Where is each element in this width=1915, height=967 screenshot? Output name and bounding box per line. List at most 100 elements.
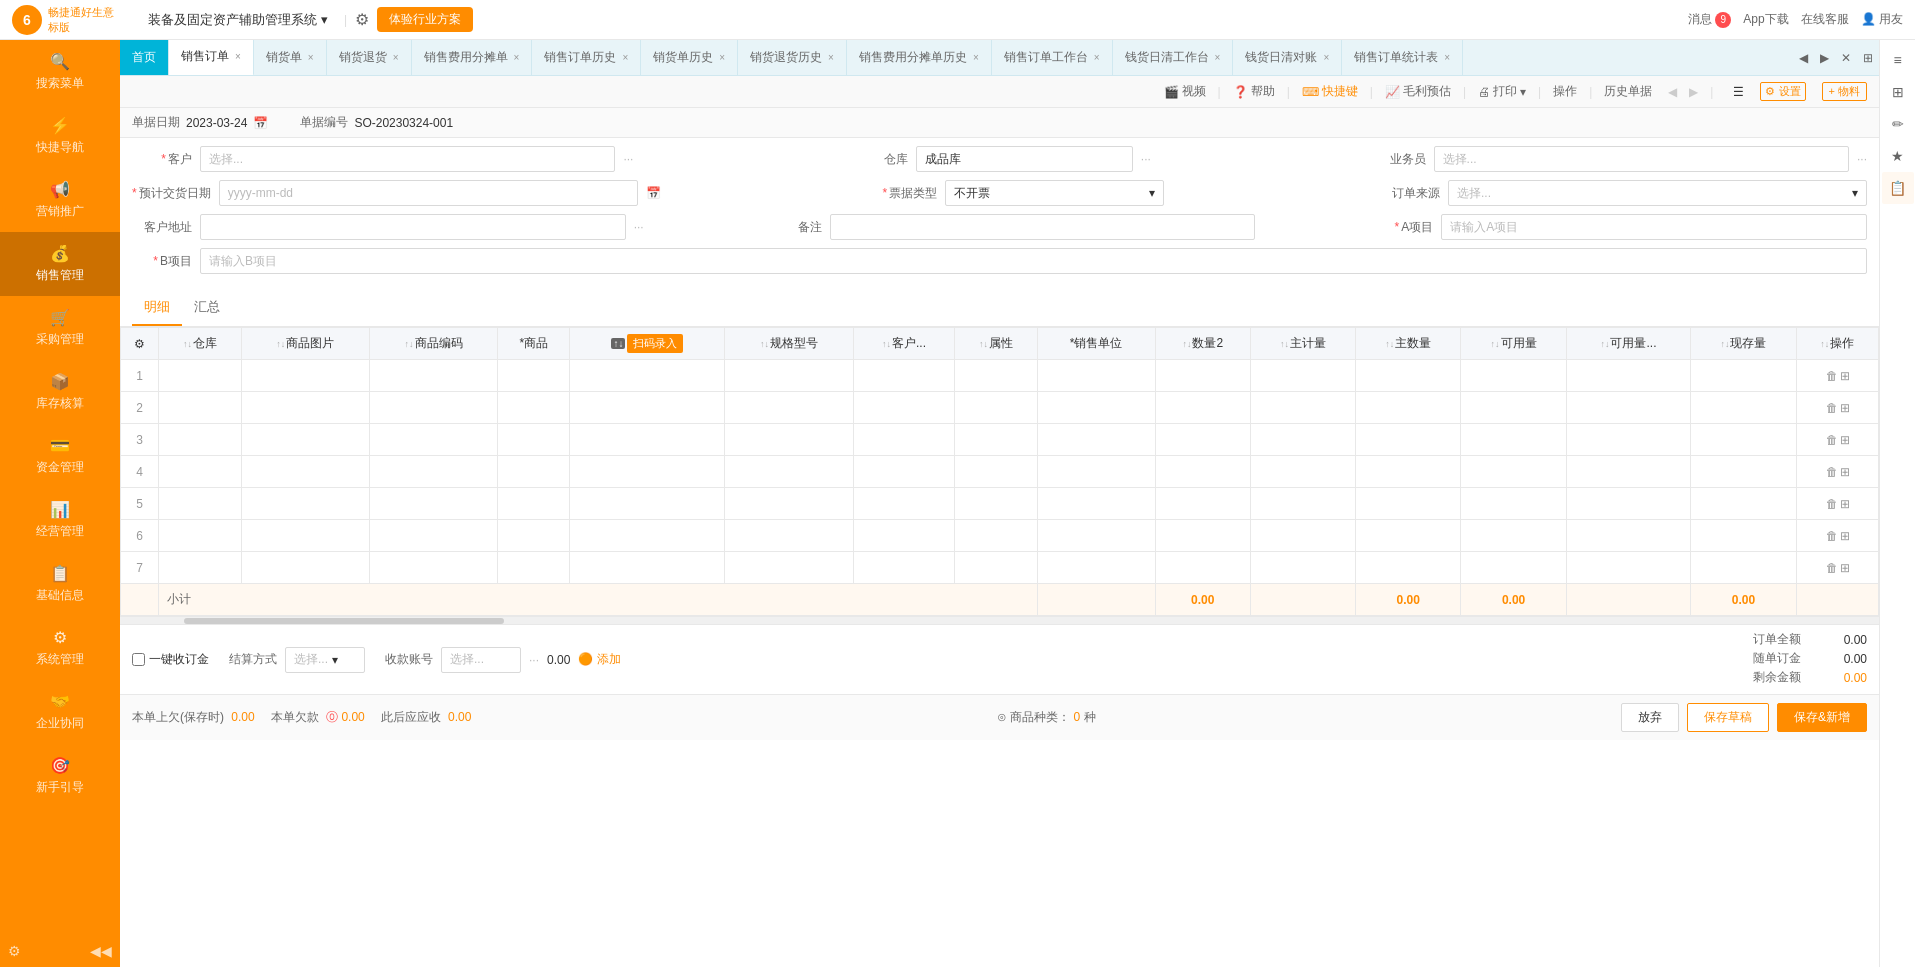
tab-menu-btn[interactable]: ⊞ [1857, 40, 1879, 76]
sidebar-item-基础信息[interactable]: 📋基础信息 [0, 552, 120, 616]
tab-销售订单统计表[interactable]: 销售订单统计表× [1342, 40, 1463, 76]
tab-close-销售订单历史[interactable]: × [622, 52, 628, 63]
add-btn[interactable]: 🟠 添加 [578, 651, 620, 668]
sidebar-item-销售管理[interactable]: 💰销售管理 [0, 232, 120, 296]
calendar-icon[interactable]: 📅 [646, 186, 661, 200]
tab-销货单[interactable]: 销货单× [254, 40, 327, 76]
address-dots[interactable]: ··· [634, 220, 644, 234]
warehouse-input[interactable]: 成品库 [916, 146, 1133, 172]
a-project-input[interactable]: 请输入A项目 [1441, 214, 1867, 240]
save-new-btn[interactable]: 保存&新增 [1777, 703, 1867, 732]
tab-close-销货单历史[interactable]: × [719, 52, 725, 63]
tab-close-销售费用分摊单[interactable]: × [514, 52, 520, 63]
gear-icon[interactable]: ⚙ [134, 337, 145, 351]
tab-销售订单[interactable]: 销售订单× [169, 40, 254, 76]
app-download-btn[interactable]: App下载 [1743, 11, 1788, 28]
save-draft-btn[interactable]: 保存草稿 [1687, 703, 1769, 732]
remark-input[interactable] [830, 214, 1256, 240]
delete-icon[interactable]: 🗑 [1826, 433, 1838, 447]
customer-input[interactable]: 选择... [200, 146, 615, 172]
sidebar-item-快捷导航[interactable]: ⚡快捷导航 [0, 104, 120, 168]
tab-钱货日清对账[interactable]: 钱货日清对账× [1233, 40, 1342, 76]
delete-icon[interactable]: 🗑 [1826, 369, 1838, 383]
menu-icon[interactable]: ≡ [1882, 44, 1914, 76]
account-select[interactable]: 选择... [441, 647, 521, 673]
staff-input[interactable]: 选择... [1434, 146, 1849, 172]
b-project-input[interactable]: 请输入B项目 [200, 248, 1867, 274]
cell-actions[interactable]: 🗑⊞ [1796, 552, 1878, 584]
cell-actions[interactable]: 🗑⊞ [1796, 488, 1878, 520]
staff-dots[interactable]: ··· [1857, 152, 1867, 166]
copy-row-icon[interactable]: ⊞ [1840, 465, 1850, 479]
tab-首页[interactable]: 首页 [120, 40, 169, 76]
tab-close-钱货日清对账[interactable]: × [1323, 52, 1329, 63]
delete-icon[interactable]: 🗑 [1826, 561, 1838, 575]
copy-row-icon[interactable]: ⊞ [1840, 561, 1850, 575]
message-btn[interactable]: 消息 9 [1688, 11, 1731, 28]
sidebar-item-经营管理[interactable]: 📊经营管理 [0, 488, 120, 552]
order-source-input[interactable]: 选择... ▾ [1448, 180, 1867, 206]
user-btn[interactable]: 👤 用友 [1861, 11, 1903, 28]
tab-close-销售订单统计表[interactable]: × [1444, 52, 1450, 63]
tab-close-销售费用分摊单历史[interactable]: × [973, 52, 979, 63]
tab-close-钱货日清工作台[interactable]: × [1215, 52, 1221, 63]
delete-icon[interactable]: 🗑 [1826, 401, 1838, 415]
detail-tab-明细[interactable]: 明细 [132, 290, 182, 326]
cell-actions[interactable]: 🗑⊞ [1796, 424, 1878, 456]
industry-btn[interactable]: 体验行业方案 [377, 7, 473, 32]
history-btn[interactable]: 历史单据 [1604, 83, 1652, 100]
tab-销货退货历史[interactable]: 销货退货历史× [738, 40, 847, 76]
sidebar-item-采购管理[interactable]: 🛒采购管理 [0, 296, 120, 360]
tab-销售订单历史[interactable]: 销售订单历史× [532, 40, 641, 76]
online-service-btn[interactable]: 在线客服 [1801, 11, 1849, 28]
warehouse-dots[interactable]: ··· [1141, 152, 1151, 166]
tab-close-all-btn[interactable]: ✕ [1835, 40, 1857, 76]
tab-close-销售订单[interactable]: × [235, 51, 241, 62]
tab-销货退货[interactable]: 销货退货× [327, 40, 412, 76]
date-picker-icon[interactable]: 📅 [253, 116, 268, 130]
cell-actions[interactable]: 🗑⊞ [1796, 456, 1878, 488]
add-product-btn[interactable]: + 物料 [1822, 82, 1867, 101]
tab-钱货日清工作台[interactable]: 钱货日清工作台× [1113, 40, 1234, 76]
star-icon[interactable]: ★ [1882, 140, 1914, 172]
delete-icon[interactable]: 🗑 [1826, 529, 1838, 543]
detail-tab-汇总[interactable]: 汇总 [182, 290, 232, 326]
delivery-date-input[interactable]: yyyy-mm-dd [219, 180, 638, 206]
tab-close-销货单[interactable]: × [308, 52, 314, 63]
ticket-type-select[interactable]: 不开票 ▾ [945, 180, 1163, 206]
delete-icon[interactable]: 🗑 [1826, 465, 1838, 479]
auto-checkout-label[interactable]: 一键收订金 [132, 651, 209, 668]
operations-btn[interactable]: 操作 [1553, 83, 1577, 100]
delete-icon[interactable]: 🗑 [1826, 497, 1838, 511]
help-btn[interactable]: ❓帮助 [1233, 83, 1275, 100]
tab-next-btn[interactable]: ▶ [1814, 40, 1835, 76]
tab-销售费用分摊单历史[interactable]: 销售费用分摊单历史× [847, 40, 992, 76]
sidebar-item-资金管理[interactable]: 💳资金管理 [0, 424, 120, 488]
tab-close-销货退货[interactable]: × [393, 52, 399, 63]
abandon-btn[interactable]: 放弃 [1621, 703, 1679, 732]
clipboard-icon[interactable]: 📋 [1882, 172, 1914, 204]
sidebar-item-系统管理[interactable]: ⚙系统管理 [0, 616, 120, 680]
tab-销售费用分摊单[interactable]: 销售费用分摊单× [412, 40, 533, 76]
shortcut-btn[interactable]: ⌨快捷键 [1302, 83, 1358, 100]
sidebar-item-营销推广[interactable]: 📢营销推广 [0, 168, 120, 232]
cell-actions[interactable]: 🗑⊞ [1796, 360, 1878, 392]
copy-row-icon[interactable]: ⊞ [1840, 369, 1850, 383]
edit-icon[interactable]: ✏ [1882, 108, 1914, 140]
collapse-icon[interactable]: ◀◀ [90, 943, 112, 959]
tab-销货单历史[interactable]: 销货单历史× [641, 40, 738, 76]
print-btn[interactable]: 🖨打印 ▾ [1478, 83, 1526, 100]
sidebar-item-企业协同[interactable]: 🤝企业协同 [0, 680, 120, 744]
view-btn[interactable]: 🎬视频 [1164, 83, 1206, 100]
cell-actions[interactable]: 🗑⊞ [1796, 520, 1878, 552]
auto-checkout-checkbox[interactable] [132, 653, 145, 666]
account-dots[interactable]: ··· [529, 653, 539, 667]
payment-method-select[interactable]: 选择... ▾ [285, 647, 365, 673]
grid-icon[interactable]: ⊞ [1882, 76, 1914, 108]
scan-btn[interactable]: 扫码录入 [627, 334, 683, 353]
sidebar-item-库存核算[interactable]: 📦库存核算 [0, 360, 120, 424]
copy-row-icon[interactable]: ⊞ [1840, 529, 1850, 543]
settings-form-btn[interactable]: ⚙ 设置 [1760, 82, 1805, 101]
cell-actions[interactable]: 🗑⊞ [1796, 392, 1878, 424]
settings-bottom-icon[interactable]: ⚙ [8, 943, 21, 959]
